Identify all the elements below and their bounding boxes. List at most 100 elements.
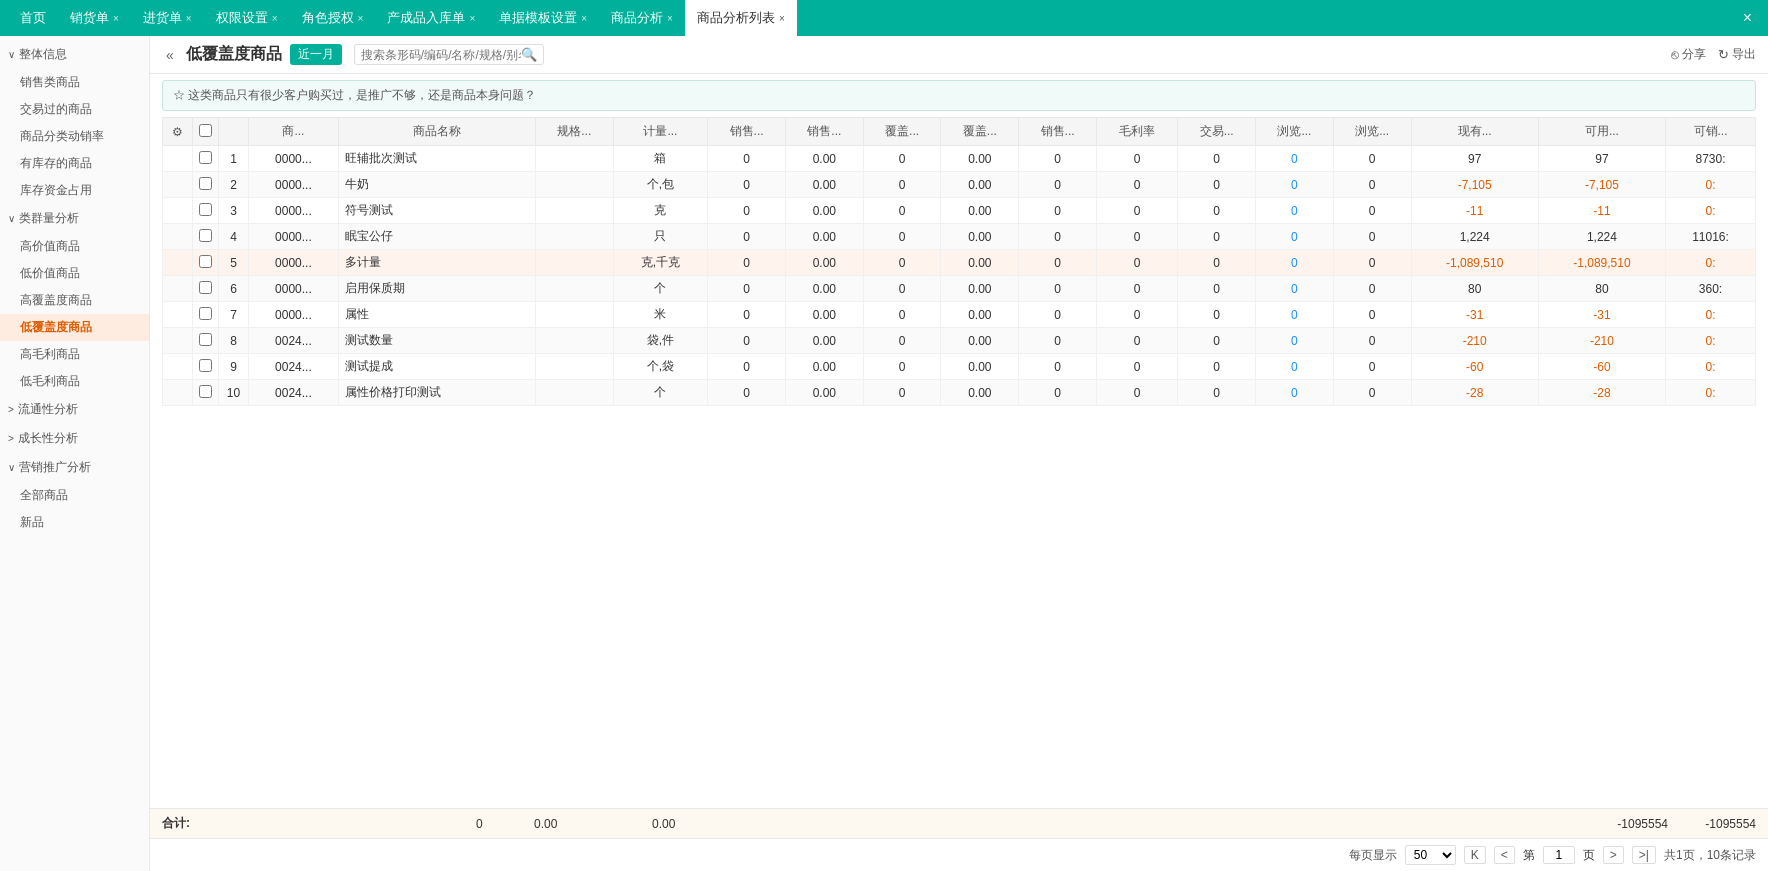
col-browse1[interactable]: 浏览... <box>1256 118 1334 146</box>
col-product-name[interactable]: 商品名称 <box>338 118 535 146</box>
nav-item-analysis-list[interactable]: 商品分析列表 × <box>685 0 797 36</box>
col-code[interactable]: 商... <box>249 118 339 146</box>
col-sales-qty[interactable]: 销售... <box>708 118 786 146</box>
cell-num: 7 <box>219 302 249 328</box>
nav-item-sales[interactable]: 销货单 × <box>58 0 131 36</box>
page-number-input[interactable] <box>1543 846 1575 864</box>
close-analysis-icon[interactable]: × <box>667 13 673 24</box>
sidebar-item-category-rate[interactable]: 商品分类动销率 <box>0 123 149 150</box>
cell-check[interactable] <box>193 276 219 302</box>
export-button[interactable]: ↻ 导出 <box>1718 46 1756 63</box>
sidebar-section-group-analysis[interactable]: ∨ 类群量分析 <box>0 204 149 233</box>
cell-check[interactable] <box>193 172 219 198</box>
close-sales-icon[interactable]: × <box>113 13 119 24</box>
col-spec[interactable]: 规格... <box>535 118 613 146</box>
cell-browse1[interactable]: 0 <box>1256 250 1334 276</box>
search-icon[interactable]: 🔍 <box>521 47 537 62</box>
cell-browse1[interactable]: 0 <box>1256 302 1334 328</box>
col-unit[interactable]: 计量... <box>613 118 708 146</box>
sidebar-item-high-value[interactable]: 高价值商品 <box>0 233 149 260</box>
cell-browse1[interactable]: 0 <box>1256 146 1334 172</box>
col-sales2[interactable]: 销售... <box>1019 118 1097 146</box>
cell-sales2: 0 <box>1019 250 1097 276</box>
col-check[interactable] <box>193 118 219 146</box>
sidebar-section-marketing[interactable]: ∨ 营销推广分析 <box>0 453 149 482</box>
nav-item-analysis[interactable]: 商品分析 × <box>599 0 685 36</box>
col-available[interactable]: 可用... <box>1538 118 1665 146</box>
cell-browse1[interactable]: 0 <box>1256 328 1334 354</box>
sidebar-item-high-coverage[interactable]: 高覆盖度商品 <box>0 287 149 314</box>
sidebar-item-sales-products[interactable]: 销售类商品 <box>0 69 149 96</box>
sidebar-item-traded-products[interactable]: 交易过的商品 <box>0 96 149 123</box>
cell-check[interactable] <box>193 224 219 250</box>
sidebar-item-stocked-products[interactable]: 有库存的商品 <box>0 150 149 177</box>
search-input[interactable] <box>361 48 521 62</box>
sidebar-item-low-margin[interactable]: 低毛利商品 <box>0 368 149 395</box>
col-gross-rate[interactable]: 毛利率 <box>1096 118 1177 146</box>
prev-page-button[interactable]: < <box>1494 846 1515 864</box>
nav-item-template[interactable]: 单据模板设置 × <box>487 0 599 36</box>
last-page-button[interactable]: >| <box>1632 846 1656 864</box>
cell-browse1[interactable]: 0 <box>1256 276 1334 302</box>
sidebar-section-overview[interactable]: ∨ 整体信息 <box>0 40 149 69</box>
nav-item-permissions[interactable]: 权限设置 × <box>204 0 290 36</box>
sidebar-item-low-value[interactable]: 低价值商品 <box>0 260 149 287</box>
cell-check[interactable] <box>193 328 219 354</box>
cell-browse1[interactable]: 0 <box>1256 198 1334 224</box>
row-checkbox-9[interactable] <box>199 385 212 398</box>
table-container[interactable]: ⚙ 商... 商品名称 规格... 计量... 销售... 销售... 覆盖..… <box>150 117 1768 808</box>
next-page-button[interactable]: > <box>1603 846 1624 864</box>
cell-browse1[interactable]: 0 <box>1256 380 1334 406</box>
row-checkbox-8[interactable] <box>199 359 212 372</box>
sidebar-section-growth[interactable]: > 成长性分析 <box>0 424 149 453</box>
close-analysis-list-icon[interactable]: × <box>779 13 785 24</box>
cell-check[interactable] <box>193 380 219 406</box>
cell-browse1[interactable]: 0 <box>1256 172 1334 198</box>
row-checkbox-6[interactable] <box>199 307 212 320</box>
sidebar-item-low-coverage[interactable]: 低覆盖度商品 <box>0 314 149 341</box>
col-sales-amt[interactable]: 销售... <box>785 118 863 146</box>
cell-browse1[interactable]: 0 <box>1256 354 1334 380</box>
col-saleable[interactable]: 可销... <box>1666 118 1756 146</box>
cell-check[interactable] <box>193 354 219 380</box>
nav-item-roles[interactable]: 角色授权 × <box>290 0 376 36</box>
sidebar-item-high-margin[interactable]: 高毛利商品 <box>0 341 149 368</box>
col-browse2[interactable]: 浏览... <box>1333 118 1411 146</box>
row-checkbox-7[interactable] <box>199 333 212 346</box>
row-checkbox-3[interactable] <box>199 229 212 242</box>
row-checkbox-4[interactable] <box>199 255 212 268</box>
nav-item-warehouse[interactable]: 产成品入库单 × <box>375 0 487 36</box>
first-page-button[interactable]: K <box>1464 846 1486 864</box>
row-checkbox-2[interactable] <box>199 203 212 216</box>
close-roles-icon[interactable]: × <box>358 13 364 24</box>
sidebar-item-new-products[interactable]: 新品 <box>0 509 149 536</box>
nav-item-purchase[interactable]: 进货单 × <box>131 0 204 36</box>
cell-check[interactable] <box>193 250 219 276</box>
row-checkbox-5[interactable] <box>199 281 212 294</box>
col-settings[interactable]: ⚙ <box>163 118 193 146</box>
close-purchase-icon[interactable]: × <box>186 13 192 24</box>
cell-browse1[interactable]: 0 <box>1256 224 1334 250</box>
col-coverage1[interactable]: 覆盖... <box>863 118 941 146</box>
col-coverage2[interactable]: 覆盖... <box>941 118 1019 146</box>
row-checkbox-1[interactable] <box>199 177 212 190</box>
col-current-stock[interactable]: 现有... <box>1411 118 1538 146</box>
close-warehouse-icon[interactable]: × <box>469 13 475 24</box>
collapse-sidebar-button[interactable]: « <box>162 45 178 65</box>
col-trade[interactable]: 交易... <box>1178 118 1256 146</box>
select-all-checkbox[interactable] <box>199 124 212 137</box>
nav-item-home[interactable]: 首页 <box>8 0 58 36</box>
row-checkbox-0[interactable] <box>199 151 212 164</box>
close-template-icon[interactable]: × <box>581 13 587 24</box>
sidebar-section-liquidity[interactable]: > 流通性分析 <box>0 395 149 424</box>
close-permissions-icon[interactable]: × <box>272 13 278 24</box>
cell-check[interactable] <box>193 302 219 328</box>
cell-check[interactable] <box>193 146 219 172</box>
sidebar-item-inventory-capital[interactable]: 库存资金占用 <box>0 177 149 204</box>
close-all-tabs-button[interactable]: × <box>1735 9 1760 27</box>
sidebar-item-all-products[interactable]: 全部商品 <box>0 482 149 509</box>
share-button[interactable]: ⎋ 分享 <box>1671 46 1706 63</box>
time-filter-button[interactable]: 近一月 <box>290 44 342 65</box>
cell-check[interactable] <box>193 198 219 224</box>
page-size-select[interactable]: 50 100 200 <box>1405 845 1456 865</box>
